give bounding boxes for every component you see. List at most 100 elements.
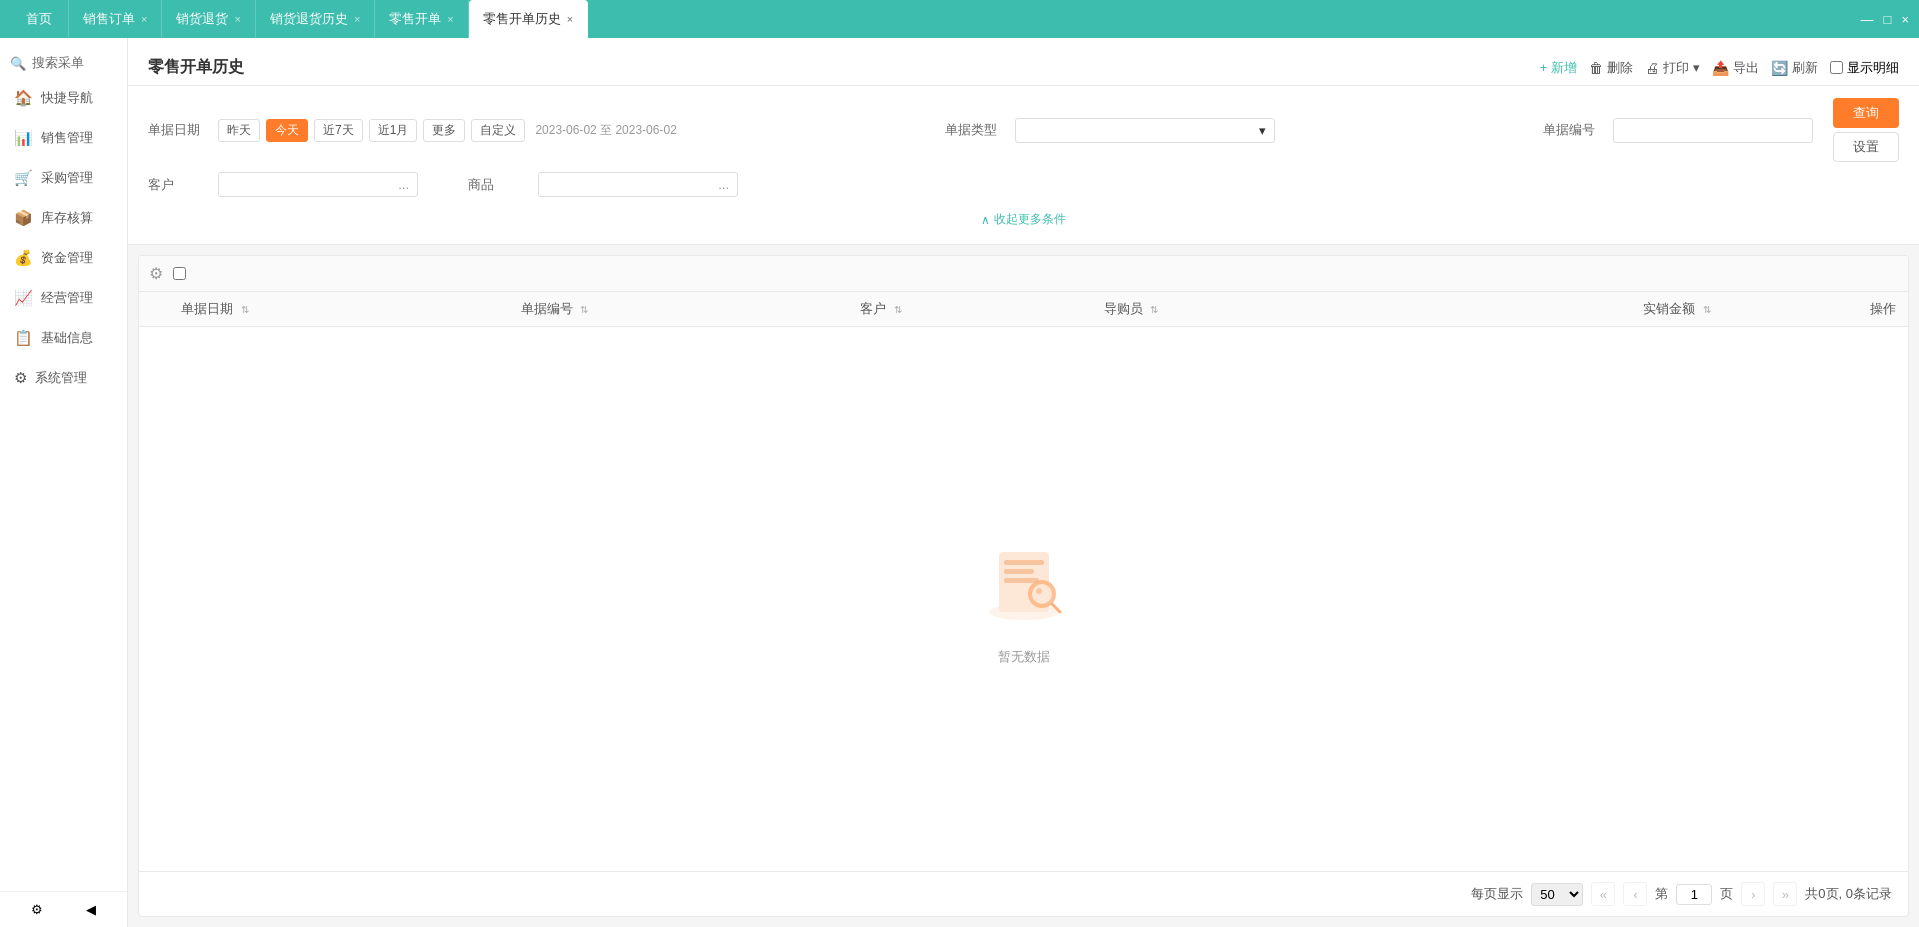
svg-rect-4 [1004,578,1039,583]
page-size-label: 每页显示 [1471,885,1523,903]
home-icon: 🏠 [14,89,33,107]
window-controls: — □ × [1861,12,1909,27]
th-customer[interactable]: 客户 ⇅ [848,292,1091,327]
th-actions: 操作 [1723,292,1908,327]
th-checkbox [139,292,169,327]
customer-label: 客户 [148,176,208,194]
th-no[interactable]: 单据编号 ⇅ [509,292,849,327]
display-cols-checkbox[interactable] [1830,61,1843,74]
next-page-btn[interactable]: › [1741,882,1765,906]
bill-type-select[interactable]: ▾ [1015,118,1275,143]
search-icon: 🔍 [10,56,26,71]
empty-illustration [974,532,1074,632]
th-salesperson[interactable]: 导购员 ⇅ [1092,292,1383,327]
table-settings-icon[interactable]: ⚙ [149,264,163,283]
window-min-btn[interactable]: — [1861,12,1874,27]
table-header-row: 单据日期 ⇅ 单据编号 ⇅ 客户 ⇅ 导购员 ⇅ [139,292,1908,327]
sidebar-item-purchase-mgmt[interactable]: 🛒 采购管理 [4,159,123,197]
sidebar-item-finance[interactable]: 💰 资金管理 [4,239,123,277]
page-title: 零售开单历史 [148,57,244,78]
goods-picker-icon[interactable]: ... [718,177,729,192]
print-icon: 🖨 [1645,60,1659,76]
date-range-display: 2023-06-02 至 2023-06-02 [535,122,676,139]
first-page-btn[interactable]: « [1591,882,1615,906]
tab-sales-return-close[interactable]: × [234,13,240,25]
tab-retail-open-history-close[interactable]: × [567,13,573,25]
tab-sales-order-close[interactable]: × [141,13,147,25]
print-button[interactable]: 🖨 打印 ▾ [1645,59,1700,77]
sidebar-search[interactable]: 🔍 搜索采单 [0,48,127,78]
sidebar-item-inventory[interactable]: 📦 库存核算 [4,199,123,237]
tab-sales-return[interactable]: 销货退货 × [162,0,255,38]
tab-home[interactable]: 首页 [10,0,69,38]
display-cols-toggle[interactable]: 显示明细 [1830,59,1899,77]
delete-icon: 🗑 [1589,60,1603,76]
sales-icon: 📊 [14,129,33,147]
collapse-icon: ∧ [981,213,990,227]
date-btn-more[interactable]: 更多 [423,119,465,142]
sidebar-settings-btn[interactable]: ⚙ [31,902,43,917]
date-btn-today[interactable]: 今天 [266,119,308,142]
th-date[interactable]: 单据日期 ⇅ [169,292,509,327]
sort-no-icon: ⇅ [580,304,588,315]
query-button[interactable]: 查询 [1833,98,1899,128]
bill-no-label: 单据编号 [1543,121,1603,139]
sidebar-item-system[interactable]: ⚙ 系统管理 [4,359,123,397]
bill-type-label: 单据类型 [945,121,1005,139]
system-icon: ⚙ [14,369,27,387]
date-btn-1month[interactable]: 近1月 [369,119,418,142]
sidebar-item-operations[interactable]: 📈 经营管理 [4,279,123,317]
svg-point-8 [1036,588,1042,594]
th-amount[interactable]: 实销金额 ⇅ [1383,292,1723,327]
page-number-input[interactable] [1676,884,1712,905]
tab-retail-open[interactable]: 零售开单 × [375,0,468,38]
sidebar-item-basic-info[interactable]: 📋 基础信息 [4,319,123,357]
svg-rect-3 [1004,569,1034,574]
goods-label: 商品 [468,176,528,194]
pagination: 每页显示 50 100 200 « ‹ 第 页 › [139,871,1908,916]
sort-date-icon: ⇅ [241,304,249,315]
tab-retail-open-history[interactable]: 零售开单历史 × [469,0,588,38]
date-label: 单据日期 [148,121,208,139]
settings-button[interactable]: 设置 [1833,132,1899,162]
refresh-icon: 🔄 [1771,60,1788,76]
export-icon: 📤 [1712,60,1729,76]
tab-retail-open-close[interactable]: × [447,13,453,25]
date-btn-7days[interactable]: 近7天 [314,119,363,142]
date-btn-yesterday[interactable]: 昨天 [218,119,260,142]
window-close-btn[interactable]: × [1901,12,1909,27]
prev-page-btn[interactable]: ‹ [1623,882,1647,906]
tab-sales-order[interactable]: 销售订单 × [69,0,162,38]
purchase-icon: 🛒 [14,169,33,187]
collapse-more-btn[interactable]: ∧ 收起更多条件 [148,207,1899,232]
delete-button[interactable]: 🗑 删除 [1589,59,1633,77]
export-button[interactable]: 📤 导出 [1712,59,1759,77]
sidebar-collapse-btn[interactable]: ◀ [86,902,96,917]
bill-no-input[interactable] [1613,118,1813,143]
filter-row-1: 单据日期 昨天 今天 近7天 近1月 更多 自定义 2023-06-02 至 2… [148,98,1899,162]
window-max-btn[interactable]: □ [1884,12,1892,27]
sidebar-item-sales-mgmt[interactable]: 📊 销售管理 [4,119,123,157]
date-buttons: 昨天 今天 近7天 近1月 更多 自定义 [218,119,525,142]
empty-text: 暂无数据 [998,648,1050,666]
filter-area: 单据日期 昨天 今天 近7天 近1月 更多 自定义 2023-06-02 至 2… [128,86,1919,245]
goods-input[interactable]: ... [538,172,738,197]
customer-input[interactable]: ... [218,172,418,197]
sort-amount-icon: ⇅ [1703,304,1711,315]
bill-type-dropdown-icon: ▾ [1259,123,1266,138]
last-page-btn[interactable]: » [1773,882,1797,906]
page-header: 零售开单历史 + 新增 🗑 删除 🖨 打印 ▾ 📤 导出 [128,38,1919,86]
refresh-button[interactable]: 🔄 刷新 [1771,59,1818,77]
table-select-all-checkbox[interactable] [173,267,186,280]
basic-info-icon: 📋 [14,329,33,347]
filter-row-2: 客户 ... 商品 ... [148,172,1899,197]
sidebar-item-quick-nav[interactable]: 🏠 快捷导航 [4,79,123,117]
tab-sales-return-history[interactable]: 销货退货历史 × [256,0,375,38]
inventory-icon: 📦 [14,209,33,227]
date-btn-custom[interactable]: 自定义 [471,119,525,142]
new-button[interactable]: + 新增 [1540,59,1577,77]
tab-sales-return-history-close[interactable]: × [354,13,360,25]
page-size-select[interactable]: 50 100 200 [1531,883,1583,906]
print-dropdown-icon[interactable]: ▾ [1693,60,1700,75]
customer-picker-icon[interactable]: ... [398,177,409,192]
